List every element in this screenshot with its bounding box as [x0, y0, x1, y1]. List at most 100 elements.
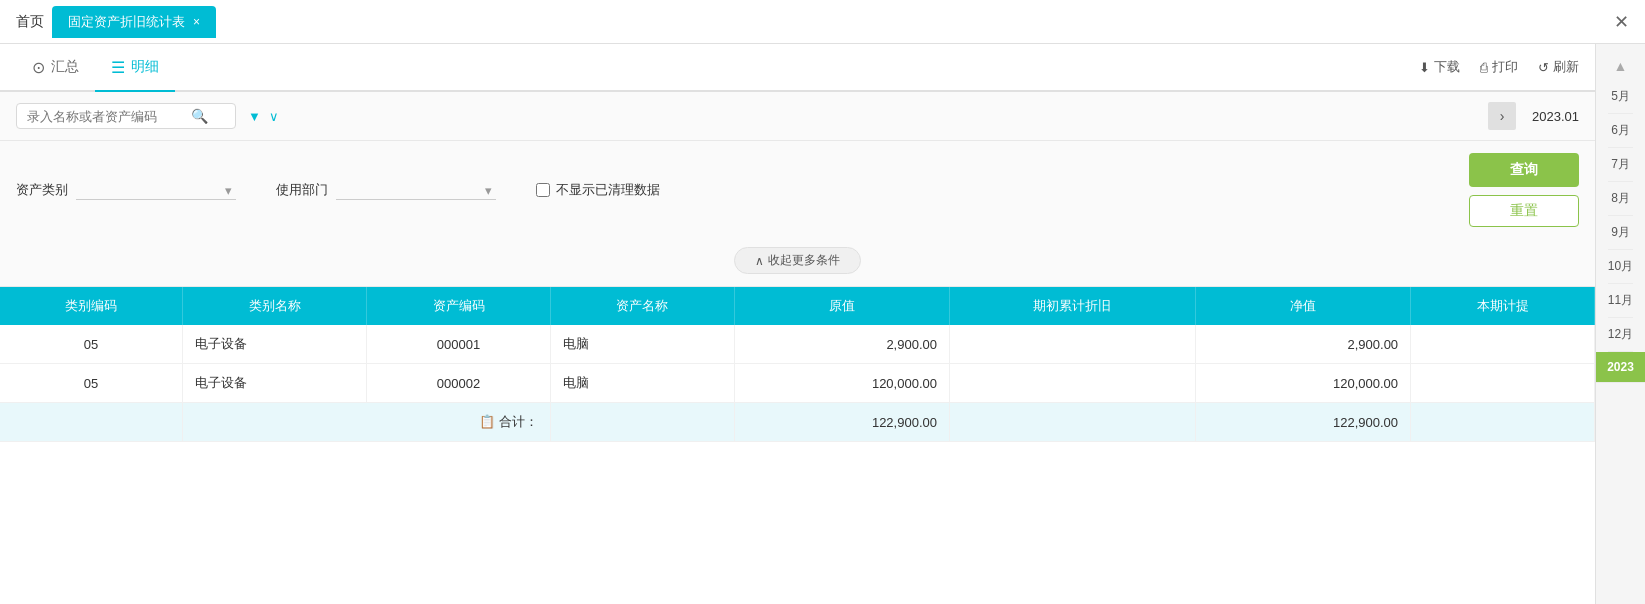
home-link[interactable]: 首页 [16, 13, 44, 31]
summary-row: 📋合计： 122,900.00 122,900.00 [0, 403, 1595, 442]
cell-asset-code: 000001 [367, 325, 551, 364]
refresh-button[interactable]: ↺ 刷新 [1538, 58, 1579, 76]
sub-tabs-bar: ⊙ 汇总 ☰ 明细 ⬇ 下载 ⎙ 打印 ↺ 刷新 [0, 44, 1595, 92]
tab-label: 固定资产折旧统计表 [68, 13, 185, 31]
department-label: 使用部门 [276, 181, 328, 199]
detail-tab-label: 明细 [131, 58, 159, 76]
refresh-icon: ↺ [1538, 60, 1549, 75]
cell-asset-code: 000002 [367, 364, 551, 403]
cell-asset-name: 电脑 [550, 325, 734, 364]
right-sidebar: ▲ 5月6月7月8月9月10月11月12月 2023 [1595, 44, 1645, 604]
exclude-cleared-label: 不显示已清理数据 [556, 181, 660, 199]
sidebar-month-item[interactable]: 10月 [1608, 250, 1633, 284]
summary-icon: 📋 [479, 414, 495, 429]
col-current-depreciation: 本期计提 [1411, 287, 1595, 325]
department-select-wrap [336, 180, 496, 200]
top-nav: 首页 固定资产折旧统计表 × ✕ [0, 0, 1645, 44]
date-label: 2023.01 [1532, 109, 1579, 124]
col-category-name: 类别名称 [183, 287, 367, 325]
table-row: 05 电子设备 000002 电脑 120,000.00 120,000.00 [0, 364, 1595, 403]
sidebar-month-item[interactable]: 5月 [1608, 80, 1633, 114]
summary-cell-current-dep [1411, 403, 1595, 442]
download-label: 下载 [1434, 58, 1460, 76]
download-button[interactable]: ⬇ 下载 [1419, 58, 1460, 76]
cell-net-value: 2,900.00 [1195, 325, 1410, 364]
col-initial-depreciation: 期初累计折旧 [949, 287, 1195, 325]
reset-button[interactable]: 重置 [1469, 195, 1579, 227]
nav-arrow-button[interactable]: › [1488, 102, 1516, 130]
tab-detail[interactable]: ☰ 明细 [95, 44, 175, 92]
collapse-bar: ∧ 收起更多条件 [16, 239, 1579, 278]
query-button[interactable]: 查询 [1469, 153, 1579, 187]
search-input[interactable] [27, 109, 187, 124]
collapse-button[interactable]: ∧ 收起更多条件 [734, 247, 861, 274]
summary-cell-name: 📋合计： [183, 403, 551, 442]
summary-cell-code [0, 403, 183, 442]
filter-panel: 资产类别 使用部门 [0, 141, 1595, 287]
collapse-up-icon: ∧ [755, 254, 764, 268]
asset-category-label: 资产类别 [16, 181, 68, 199]
asset-category-select[interactable] [76, 180, 236, 200]
search-icon: 🔍 [191, 108, 208, 124]
table-row: 05 电子设备 000001 电脑 2,900.00 2,900.00 [0, 325, 1595, 364]
content-area: ⊙ 汇总 ☰ 明细 ⬇ 下载 ⎙ 打印 ↺ 刷新 [0, 44, 1645, 604]
cell-current-depreciation [1411, 325, 1595, 364]
cell-category-name: 电子设备 [183, 364, 367, 403]
cell-initial-depreciation [949, 325, 1195, 364]
summary-cell-net-value: 122,900.00 [1195, 403, 1410, 442]
data-table: 类别编码 类别名称 资产编码 资产名称 原值 期初累计折旧 净值 本期计提 05… [0, 287, 1595, 442]
col-asset-name: 资产名称 [550, 287, 734, 325]
summary-cell-original-value: 122,900.00 [734, 403, 949, 442]
print-label: 打印 [1492, 58, 1518, 76]
asset-category-select-wrap [76, 180, 236, 200]
col-net-value: 净值 [1195, 287, 1410, 325]
cell-original-value: 2,900.00 [734, 325, 949, 364]
more-conditions-button[interactable]: ▼ ∨ [248, 109, 279, 124]
print-icon: ⎙ [1480, 60, 1488, 75]
refresh-label: 刷新 [1553, 58, 1579, 76]
cell-initial-depreciation [949, 364, 1195, 403]
sidebar-month-item[interactable]: 7月 [1608, 148, 1633, 182]
data-table-wrap: 类别编码 类别名称 资产编码 资产名称 原值 期初累计折旧 净值 本期计提 05… [0, 287, 1595, 604]
col-category-code: 类别编码 [0, 287, 183, 325]
sidebar-month-item[interactable]: 11月 [1608, 284, 1633, 318]
sidebar-month-item[interactable]: 6月 [1608, 114, 1633, 148]
cell-asset-name: 电脑 [550, 364, 734, 403]
sidebar-year[interactable]: 2023 [1596, 352, 1645, 383]
cell-current-depreciation [1411, 364, 1595, 403]
cell-category-name: 电子设备 [183, 325, 367, 364]
table-header-row: 类别编码 类别名称 资产编码 资产名称 原值 期初累计折旧 净值 本期计提 [0, 287, 1595, 325]
chevron-down-icon: ∨ [269, 109, 279, 124]
sidebar-month-item[interactable]: 9月 [1608, 216, 1633, 250]
exclude-cleared-checkbox[interactable] [536, 183, 550, 197]
collapse-label: 收起更多条件 [768, 252, 840, 269]
sidebar-month-item[interactable]: 8月 [1608, 182, 1633, 216]
sidebar-month-item[interactable]: 12月 [1608, 318, 1633, 352]
sidebar-scroll-up[interactable]: ▲ [1596, 52, 1645, 80]
tab-summary[interactable]: ⊙ 汇总 [16, 44, 95, 92]
filter-row: 资产类别 使用部门 [16, 153, 1579, 227]
col-asset-code: 资产编码 [367, 287, 551, 325]
active-tab[interactable]: 固定资产折旧统计表 × [52, 6, 216, 38]
search-bar: 🔍 ▼ ∨ › 2023.01 [0, 92, 1595, 141]
cell-category-code: 05 [0, 325, 183, 364]
asset-category-filter: 资产类别 [16, 180, 236, 200]
print-button[interactable]: ⎙ 打印 [1480, 58, 1518, 76]
filter-actions: 查询 重置 [1469, 153, 1579, 227]
detail-tab-icon: ☰ [111, 58, 125, 77]
col-original-value: 原值 [734, 287, 949, 325]
department-filter: 使用部门 [276, 180, 496, 200]
search-input-wrap: 🔍 [16, 103, 236, 129]
summary-tab-label: 汇总 [51, 58, 79, 76]
filter-icon: ▼ [248, 109, 261, 124]
cell-net-value: 120,000.00 [1195, 364, 1410, 403]
cell-original-value: 120,000.00 [734, 364, 949, 403]
cell-category-code: 05 [0, 364, 183, 403]
department-select[interactable] [336, 180, 496, 200]
summary-cell-asset [550, 403, 734, 442]
download-icon: ⬇ [1419, 60, 1430, 75]
tab-close-icon[interactable]: × [193, 15, 200, 29]
summary-cell-initial-dep [949, 403, 1195, 442]
window-close-button[interactable]: ✕ [1614, 11, 1629, 33]
main-panel: ⊙ 汇总 ☰ 明细 ⬇ 下载 ⎙ 打印 ↺ 刷新 [0, 44, 1595, 604]
